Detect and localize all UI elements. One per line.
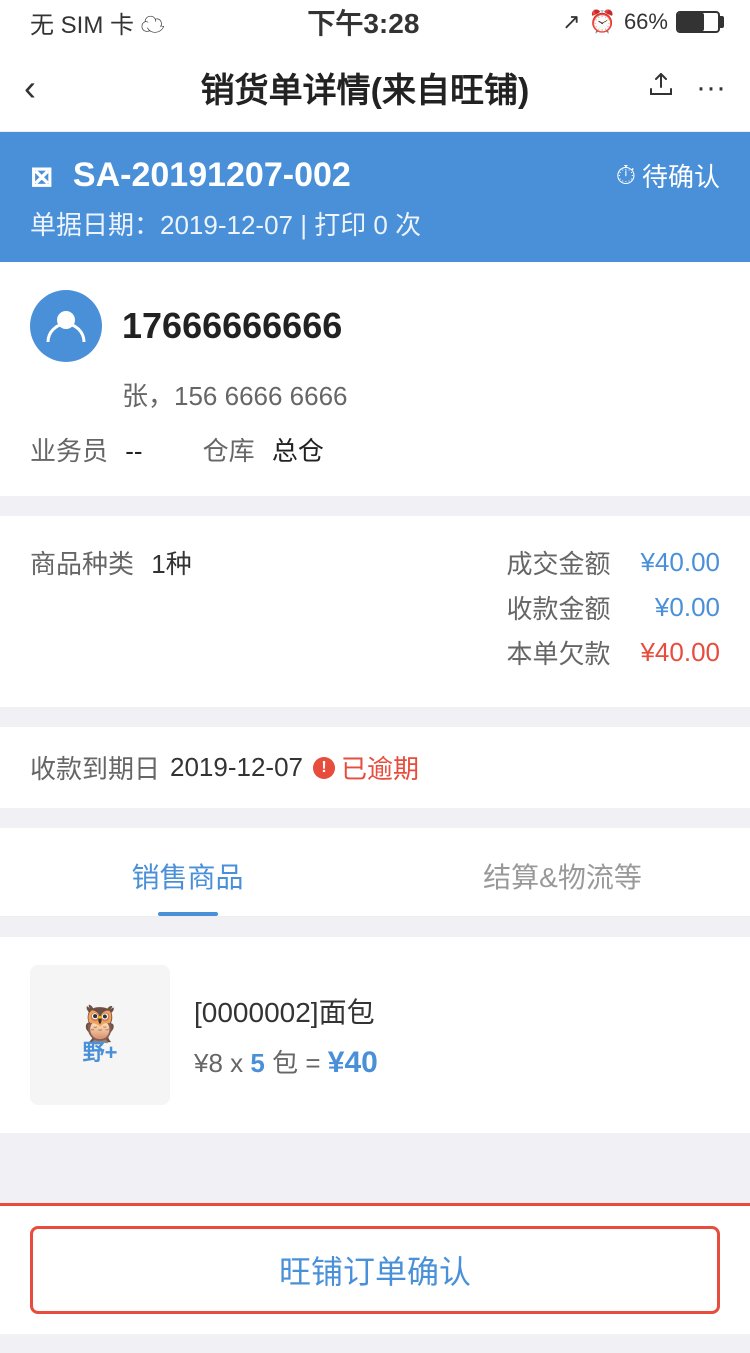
overdue-text: 已逾期 xyxy=(341,749,419,786)
status-time: 下午3:28 xyxy=(307,2,419,42)
nav-actions: ··· xyxy=(646,69,726,107)
battery-icon xyxy=(676,11,720,33)
order-date: 单据日期：2019-12-07 | 打印 0 次 xyxy=(30,205,720,242)
customer-section: 17666666666 张，156 6666 6666 业务员 -- 仓库 总仓 xyxy=(0,262,750,496)
due-label: 收款到期日 xyxy=(30,749,160,786)
order-banner-top: ⊠ SA-20191207-002 ⏱ 待确认 xyxy=(30,156,720,195)
customer-name: 张，156 6666 6666 xyxy=(30,376,720,413)
status-bar: 无 SIM 卡 ☁ 下午3:28 ↗ ⏰ 66% xyxy=(0,0,750,44)
owed-row: 本单欠款 ¥40.00 xyxy=(506,634,720,671)
tabs: 销售商品 结算&物流等 xyxy=(0,828,750,917)
nav-bar: ‹ 销货单详情(来自旺铺) ··· xyxy=(0,44,750,132)
overdue-icon: ! xyxy=(313,757,335,779)
product-section: 🦉 野+ [0000002]面包 ¥8 x 5 包 = ¥40 xyxy=(0,937,750,1133)
warehouse-field: 仓库 总仓 xyxy=(203,431,324,468)
salesperson-field: 业务员 -- xyxy=(30,431,143,468)
order-banner: ⊠ SA-20191207-002 ⏱ 待确认 单据日期：2019-12-07 … xyxy=(0,132,750,262)
location-icon: ↗ xyxy=(562,9,580,35)
product-logo: 🦉 野+ xyxy=(78,1006,123,1064)
category-field: 商品种类 1种 xyxy=(30,544,192,581)
deal-value: ¥40.00 xyxy=(640,547,720,578)
clock-icon: ⏱ xyxy=(616,160,636,192)
more-button[interactable]: ··· xyxy=(696,71,726,105)
status-right: ↗ ⏰ 66% xyxy=(562,9,720,35)
confirm-button[interactable]: 旺铺订单确认 xyxy=(30,1226,720,1314)
back-button[interactable]: ‹ xyxy=(24,67,84,109)
deal-row: 成交金额 ¥40.00 xyxy=(506,544,720,581)
alarm-icon: ⏰ xyxy=(589,9,616,35)
confirm-section: 旺铺订单确认 xyxy=(0,1203,750,1334)
page-title: 销货单详情(来自旺铺) xyxy=(84,63,646,112)
product-price: ¥8 x 5 包 = ¥40 xyxy=(194,1043,378,1080)
tab-settlement[interactable]: 结算&物流等 xyxy=(375,828,750,916)
order-status: ⏱ 待确认 xyxy=(616,157,720,194)
customer-phone: 17666666666 xyxy=(122,305,342,347)
customer-top: 17666666666 xyxy=(30,290,720,362)
due-date-section: 收款到期日 2019-12-07 ! 已逾期 xyxy=(0,727,750,808)
summary-right: 成交金额 ¥40.00 收款金额 ¥0.00 本单欠款 ¥40.00 xyxy=(506,544,720,679)
no-sim-label: 无 SIM 卡 ☁ xyxy=(30,5,165,40)
summary-left: 商品种类 1种 xyxy=(30,544,192,587)
product-info: [0000002]面包 ¥8 x 5 包 = ¥40 xyxy=(194,991,378,1080)
status-left: 无 SIM 卡 ☁ xyxy=(30,5,165,40)
confirm-button-label: 旺铺订单确认 xyxy=(279,1247,471,1293)
tab-sales-products[interactable]: 销售商品 xyxy=(0,828,375,916)
product-name: [0000002]面包 xyxy=(194,991,378,1031)
avatar xyxy=(30,290,102,362)
product-thumbnail: 🦉 野+ xyxy=(30,965,170,1105)
summary-section: 商品种类 1种 成交金额 ¥40.00 收款金额 ¥0.00 本单欠款 ¥40.… xyxy=(0,516,750,707)
due-date-value: 2019-12-07 xyxy=(170,752,303,783)
product-item: 🦉 野+ [0000002]面包 ¥8 x 5 包 = ¥40 xyxy=(30,965,720,1105)
share-button[interactable] xyxy=(646,69,676,107)
overdue-badge: ! 已逾期 xyxy=(313,749,419,786)
order-icon: ⊠ xyxy=(30,161,53,192)
received-value: ¥0.00 xyxy=(655,592,720,623)
received-row: 收款金额 ¥0.00 xyxy=(506,589,720,626)
customer-meta: 业务员 -- 仓库 总仓 xyxy=(30,431,720,468)
order-id: ⊠ SA-20191207-002 xyxy=(30,156,351,195)
battery-percent: 66% xyxy=(624,9,668,35)
owed-value: ¥40.00 xyxy=(640,637,720,668)
